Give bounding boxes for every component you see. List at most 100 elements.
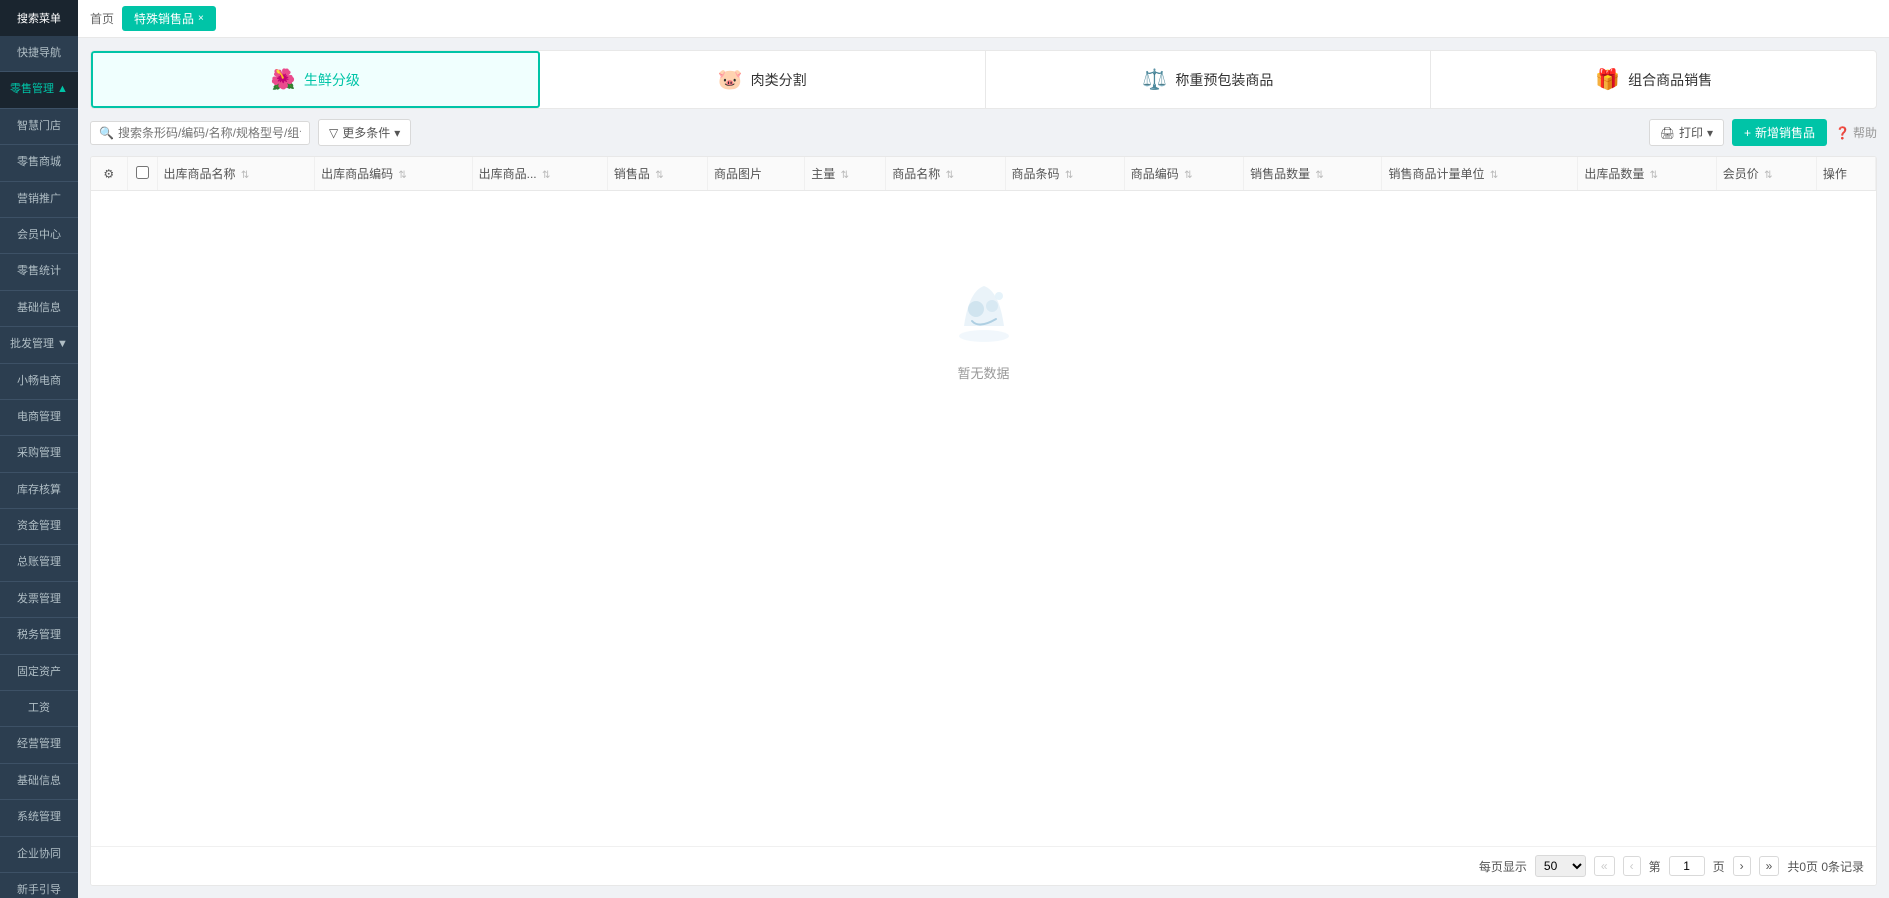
- cat-tab-combo-sales-label: 组合商品销售: [1628, 70, 1712, 90]
- sidebar-item-retail-mgmt[interactable]: 零售管理 ▲: [0, 72, 78, 108]
- th-sale-item[interactable]: 销售品 ⇅: [607, 157, 707, 191]
- filter-button[interactable]: ▽ 更多条件 ▾: [318, 119, 411, 146]
- search-icon: 🔍: [99, 126, 114, 140]
- data-table: ⚙ 出库商品名称 ⇅ 出库商品编码 ⇅ 出库商品...: [91, 157, 1876, 191]
- th-product-code[interactable]: 商品编码 ⇅: [1124, 157, 1243, 191]
- th-product-name[interactable]: 商品名称 ⇅: [886, 157, 1005, 191]
- sidebar-item-inventory[interactable]: 库存核算: [0, 473, 78, 509]
- close-icon[interactable]: ×: [198, 13, 204, 24]
- per-page-select[interactable]: 50 10 20 100: [1535, 855, 1586, 877]
- empty-text: 暂无数据: [957, 363, 1009, 382]
- per-page-label: 每页显示: [1479, 858, 1527, 875]
- meat-cut-icon: 🐷: [718, 67, 743, 92]
- tab-label: 特殊销售品: [134, 10, 194, 27]
- page-label: 第: [1649, 858, 1661, 875]
- next-page-button[interactable]: ›: [1733, 856, 1751, 876]
- th-sale-qty[interactable]: 销售品数量 ⇅: [1244, 157, 1382, 191]
- th-checkbox[interactable]: [127, 157, 157, 191]
- sidebar: 搜索菜单 快捷导航 零售管理 ▲ 智慧门店 零售商城 营销推广 会员中心 零售统…: [0, 0, 78, 898]
- page-suffix: 页: [1713, 858, 1725, 875]
- filter-label: 更多条件: [342, 124, 390, 141]
- sort-arrows-product-name: ⇅: [946, 170, 954, 181]
- sort-arrows-member-price: ⇅: [1764, 170, 1772, 181]
- sidebar-item-smart-store[interactable]: 智慧门店: [0, 109, 78, 145]
- th-warehouse-spec[interactable]: 出库商品... ⇅: [472, 157, 607, 191]
- th-barcode[interactable]: 商品条码 ⇅: [1005, 157, 1124, 191]
- sort-arrows-warehouse-qty: ⇅: [1650, 170, 1658, 181]
- sort-arrows-sale-item: ⇅: [655, 170, 663, 181]
- sidebar-item-basic-info2[interactable]: 基础信息: [0, 764, 78, 800]
- sort-arrows-sale-qty: ⇅: [1315, 170, 1323, 181]
- sidebar-item-tax-mgmt[interactable]: 税务管理: [0, 618, 78, 654]
- sidebar-item-basic-info[interactable]: 基础信息: [0, 291, 78, 327]
- help-label: 帮助: [1853, 124, 1877, 141]
- sidebar-item-fixed-assets[interactable]: 固定资产: [0, 655, 78, 691]
- category-tabs: 🌺 生鲜分级 🐷 肉类分割 ⚖️ 称重预包装商品 🎁 组合商品销售: [90, 50, 1877, 109]
- prev-page-button[interactable]: ‹: [1623, 856, 1641, 876]
- fresh-grade-icon: 🌺: [271, 67, 296, 92]
- topbar: 首页 特殊销售品 ×: [78, 0, 1889, 38]
- cat-tab-meat-cut[interactable]: 🐷 肉类分割: [540, 51, 986, 108]
- print-arrow-icon: ▾: [1707, 126, 1713, 140]
- sidebar-logo[interactable]: 搜索菜单: [0, 0, 78, 36]
- cat-tab-fresh-grade[interactable]: 🌺 生鲜分级: [91, 51, 540, 108]
- sidebar-item-sys-mgmt[interactable]: 系统管理: [0, 800, 78, 836]
- plus-icon: +: [1744, 126, 1751, 140]
- sidebar-item-purchase-mgmt[interactable]: 采购管理: [0, 436, 78, 472]
- cat-tab-fresh-grade-label: 生鲜分级: [304, 70, 360, 90]
- th-weight[interactable]: 主量 ⇅: [805, 157, 886, 191]
- th-member-price[interactable]: 会员价 ⇅: [1716, 157, 1816, 191]
- table-wrapper: ⚙ 出库商品名称 ⇅ 出库商品编码 ⇅ 出库商品...: [91, 157, 1876, 846]
- sidebar-item-general-ledger[interactable]: 总账管理: [0, 545, 78, 581]
- last-page-button[interactable]: »: [1759, 856, 1780, 876]
- th-settings[interactable]: ⚙: [91, 157, 127, 191]
- th-warehouse-qty[interactable]: 出库品数量 ⇅: [1578, 157, 1716, 191]
- sidebar-item-sales-promo[interactable]: 营销推广: [0, 182, 78, 218]
- scale-prepack-icon: ⚖️: [1142, 67, 1167, 92]
- pagination: 每页显示 50 10 20 100 « ‹ 第 页 › » 共0页 0条记录: [91, 846, 1876, 885]
- sidebar-item-retail-mall[interactable]: 零售商城: [0, 145, 78, 181]
- sidebar-item-wages[interactable]: 工资: [0, 691, 78, 727]
- print-button[interactable]: 🖨 打印 ▾: [1649, 119, 1724, 146]
- select-all-checkbox[interactable]: [136, 166, 149, 179]
- table-container: ⚙ 出库商品名称 ⇅ 出库商品编码 ⇅ 出库商品...: [90, 156, 1877, 886]
- cat-tab-meat-cut-label: 肉类分割: [751, 70, 807, 90]
- first-page-button[interactable]: «: [1594, 856, 1615, 876]
- toolbar-left: 🔍 ▽ 更多条件 ▾: [90, 119, 411, 146]
- sidebar-item-finance-mgmt[interactable]: 资金管理: [0, 509, 78, 545]
- new-button[interactable]: + 新增销售品: [1732, 119, 1827, 146]
- sidebar-item-enterprise[interactable]: 企业协同: [0, 837, 78, 873]
- sort-arrows-sale-unit: ⇅: [1490, 170, 1498, 181]
- th-sale-unit[interactable]: 销售商品计量单位 ⇅: [1382, 157, 1578, 191]
- filter-arrow-icon: ▾: [394, 126, 400, 140]
- sort-arrows-warehouse-code: ⇅: [398, 170, 406, 181]
- cat-tab-combo-sales[interactable]: 🎁 组合商品销售: [1431, 51, 1876, 108]
- cat-tab-scale-prepack[interactable]: ⚖️ 称重预包装商品: [986, 51, 1432, 108]
- sidebar-item-member-center[interactable]: 会员中心: [0, 218, 78, 254]
- home-tab[interactable]: 首页: [90, 10, 114, 27]
- th-product-img: 商品图片: [707, 157, 804, 191]
- search-input[interactable]: [118, 126, 301, 140]
- filter-icon: ▽: [329, 126, 338, 140]
- th-action: 操作: [1816, 157, 1875, 191]
- print-icon: 🖨: [1660, 126, 1675, 140]
- sidebar-item-invoice-mgmt[interactable]: 发票管理: [0, 582, 78, 618]
- sidebar-item-mini-ecom[interactable]: 小畅电商: [0, 364, 78, 400]
- active-tab[interactable]: 特殊销售品 ×: [122, 6, 216, 31]
- help-button[interactable]: ❓ 帮助: [1835, 124, 1877, 141]
- combo-sales-icon: 🎁: [1595, 67, 1620, 92]
- page-input[interactable]: [1669, 856, 1705, 876]
- sidebar-item-retail-stats[interactable]: 零售统计: [0, 254, 78, 290]
- main-area: 首页 特殊销售品 × 🌺 生鲜分级 🐷 肉类分割 ⚖️ 称重预包装商品 🎁 组合…: [78, 0, 1889, 898]
- toolbar-right: 🖨 打印 ▾ + 新增销售品 ❓ 帮助: [1649, 119, 1877, 146]
- sidebar-item-wholesale-mgmt[interactable]: 批发管理 ▼: [0, 327, 78, 363]
- sidebar-item-quick-nav[interactable]: 快捷导航: [0, 36, 78, 72]
- sidebar-item-ecom-mgmt[interactable]: 电商管理: [0, 400, 78, 436]
- th-warehouse-code[interactable]: 出库商品编码 ⇅: [315, 157, 473, 191]
- sidebar-item-newbie[interactable]: 新手引导: [0, 873, 78, 898]
- search-box[interactable]: 🔍: [90, 121, 310, 145]
- th-warehouse-name[interactable]: 出库商品名称 ⇅: [157, 157, 315, 191]
- cat-tab-scale-prepack-label: 称重预包装商品: [1175, 70, 1273, 90]
- new-label: 新增销售品: [1755, 124, 1815, 141]
- sidebar-item-ops-mgmt[interactable]: 经营管理: [0, 727, 78, 763]
